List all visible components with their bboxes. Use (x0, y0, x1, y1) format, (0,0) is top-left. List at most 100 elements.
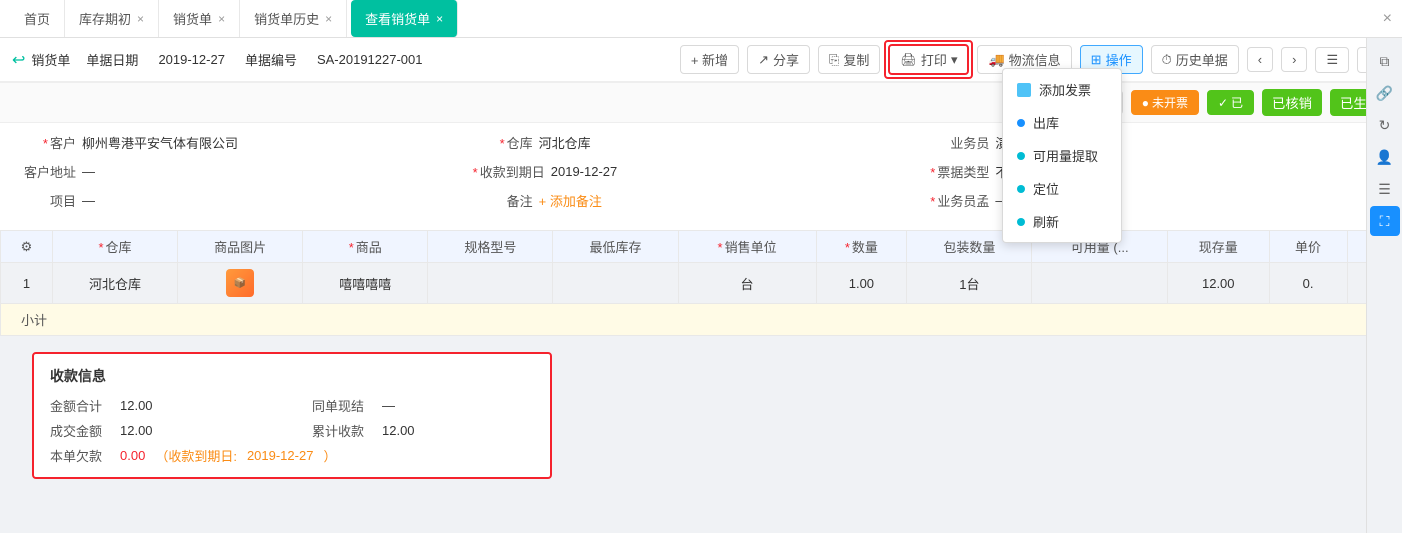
date-label: 单据日期 (86, 50, 138, 69)
not-open-button[interactable]: ● 未开票 (1131, 90, 1199, 115)
copy-icon: ⎘ (829, 52, 839, 68)
add-note-button[interactable]: + 添加备注 (539, 191, 602, 210)
close-inventory-tab[interactable]: × (137, 12, 144, 26)
locate-label: 定位 (1033, 179, 1059, 198)
print-button-wrapper: 🖨 打印 ▾ (888, 44, 969, 75)
tab-inventory-init[interactable]: 库存期初 × (65, 0, 159, 37)
document-meta: 单据日期 2019-12-27 单据编号 SA-20191227-001 (86, 50, 422, 69)
share-button[interactable]: ↗ 分享 (747, 45, 810, 74)
dropdown-outbound[interactable]: 出库 (1003, 106, 1121, 139)
payment-total-row: 金额合计 12.00 (50, 396, 272, 415)
invoice-type-field: 票据类型 不开票 (929, 162, 1386, 181)
tab-view-sales[interactable]: 查看销货单 × (351, 0, 458, 37)
window-close-button[interactable]: × (1383, 10, 1392, 28)
table-wrap: ⚙ 仓库 商品图片 商品 规格型号 最低库存 销售单位 数量 包装数量 可用量 … (0, 230, 1402, 336)
next-record-button[interactable]: › (1281, 47, 1307, 72)
sidebar-refresh-icon[interactable]: ↻ (1370, 110, 1400, 140)
payment-date-value: 2019-12-27 (551, 164, 671, 179)
row-warehouse: 河北仓库 (52, 263, 177, 304)
col-settings[interactable]: ⚙ (1, 231, 53, 263)
project-label: 项目 (16, 191, 76, 210)
payment-cumulative-row: 累计收款 12.00 (312, 421, 534, 440)
row-available (1032, 263, 1168, 304)
sidebar-expand-icon[interactable]: ⛶ (1370, 206, 1400, 236)
right-sidebar: ⧉ 🔗 ↻ 👤 ☰ ⛶ (1366, 38, 1402, 533)
grid-icon: ⊞ (1091, 52, 1102, 68)
sold-button[interactable]: 已核销 (1262, 89, 1322, 116)
address-label: 客户地址 (16, 162, 76, 181)
row-package-qty: 1台 (907, 263, 1032, 304)
doc-type-label: 销货单 (31, 50, 70, 69)
staff-field: 业务员 演示账号 (929, 133, 1386, 152)
document-header: ↩ 销货单 单据日期 2019-12-27 单据编号 SA-20191227-0… (0, 38, 1402, 82)
sidebar-copy-icon[interactable]: ⧉ (1370, 46, 1400, 76)
payment-section: 收款信息 金额合计 12.00 同单现结 — 成交金额 12.00 累计收款 1… (32, 352, 552, 479)
settings-icon: ⚙ (21, 239, 33, 254)
print-icon: 🖨 (900, 52, 917, 68)
doc-type-icon: ↩ (12, 50, 25, 70)
available-qty-label: 可用量提取 (1033, 146, 1098, 165)
salesperson-field: 业务员孟 — (929, 191, 1386, 210)
row-spec (428, 263, 553, 304)
row-product-img: 📦 (178, 263, 303, 304)
dropdown-available-qty[interactable]: 可用量提取 (1003, 139, 1121, 172)
same-order-label: 同单现结 (312, 396, 372, 415)
form-area: 客户 柳州粤港平安气体有限公司 仓库 河北仓库 业务员 演示账号 客户地址 — … (0, 123, 1402, 230)
col-unit-price: 单价 (1269, 231, 1347, 263)
outbound-icon (1017, 119, 1025, 127)
dropdown-locate[interactable]: 定位 (1003, 172, 1121, 205)
tab-sales-order[interactable]: 销货单 × (159, 0, 240, 37)
payment-date-label: 收款到期日 (473, 162, 545, 181)
history-button[interactable]: ⏱ 历史单据 (1151, 45, 1239, 74)
sidebar-link-icon[interactable]: 🔗 (1370, 78, 1400, 108)
share-icon: ↗ (758, 52, 769, 68)
list-view-button[interactable]: ☰ (1315, 47, 1349, 73)
invoice-type-label: 票据类型 (929, 162, 989, 181)
warehouse-value: 河北仓库 (539, 133, 659, 152)
staff-label: 业务员 (929, 133, 989, 152)
product-image: 📦 (226, 269, 254, 297)
table-row: 1 河北仓库 📦 嘻嘻嘻嘻 台 1.00 1台 12.00 0. (1, 263, 1402, 304)
tab-sales-history[interactable]: 销货单历史 × (240, 0, 347, 37)
col-product: 商品 (303, 231, 428, 263)
due-date-value: 2019-12-27 (247, 448, 314, 463)
row-min-stock (553, 263, 678, 304)
number-value: SA-20191227-001 (317, 52, 423, 67)
print-button[interactable]: 🖨 打印 ▾ (888, 44, 969, 75)
sidebar-list-icon[interactable]: ☰ (1370, 174, 1400, 204)
row-product: 嘻嘻嘻嘻 (303, 263, 428, 304)
dropdown-refresh[interactable]: 刷新 (1003, 205, 1121, 238)
warehouse-field: 仓库 河北仓库 (473, 133, 930, 152)
sidebar-user-icon[interactable]: 👤 (1370, 142, 1400, 172)
close-sales-tab[interactable]: × (218, 12, 225, 26)
tab-home[interactable]: 首页 (10, 0, 65, 37)
close-view-sales-tab[interactable]: × (436, 12, 443, 26)
product-table: ⚙ 仓库 商品图片 商品 规格型号 最低库存 销售单位 数量 包装数量 可用量 … (0, 230, 1402, 336)
payment-date-field: 收款到期日 2019-12-27 (473, 162, 930, 181)
outbound-label: 出库 (1033, 113, 1059, 132)
customer-field: 客户 柳州粤港平安气体有限公司 (16, 133, 473, 152)
customer-value: 柳州粤港平安气体有限公司 (82, 133, 238, 152)
prev-record-button[interactable]: ‹ (1247, 47, 1273, 72)
col-current-stock: 现存量 (1167, 231, 1269, 263)
col-sales-unit: 销售单位 (678, 231, 816, 263)
new-button[interactable]: + 新增 (680, 45, 739, 74)
warehouse-label: 仓库 (473, 133, 533, 152)
form-row-2: 客户地址 — 收款到期日 2019-12-27 票据类型 不开票 (16, 162, 1386, 181)
dropdown-add-invoice[interactable]: 添加发票 (1003, 73, 1121, 106)
salesperson-label: 业务员孟 (929, 191, 989, 210)
copy-button[interactable]: ⎘ 复制 (818, 45, 880, 74)
address-value: — (82, 164, 202, 179)
close-history-tab[interactable]: × (325, 12, 332, 26)
refresh-icon (1017, 218, 1025, 226)
number-label: 单据编号 (245, 50, 297, 69)
col-warehouse: 仓库 (52, 231, 177, 263)
table-action-bar: 📱 来自手机 ● 未开票 ✓ 已 已核销 已生效 (0, 82, 1402, 123)
row-sales-unit: 台 (678, 263, 816, 304)
due-date-prefix: （收款到期日: (155, 446, 237, 465)
row-quantity: 1.00 (816, 263, 907, 304)
page-container: 首页 库存期初 × 销货单 × 销货单历史 × 查看销货单 × × ↩ 销货单 … (0, 0, 1402, 533)
confirm-button[interactable]: ✓ 已 (1207, 90, 1254, 115)
col-product-img: 商品图片 (178, 231, 303, 263)
note-label: 备注 (473, 191, 533, 210)
